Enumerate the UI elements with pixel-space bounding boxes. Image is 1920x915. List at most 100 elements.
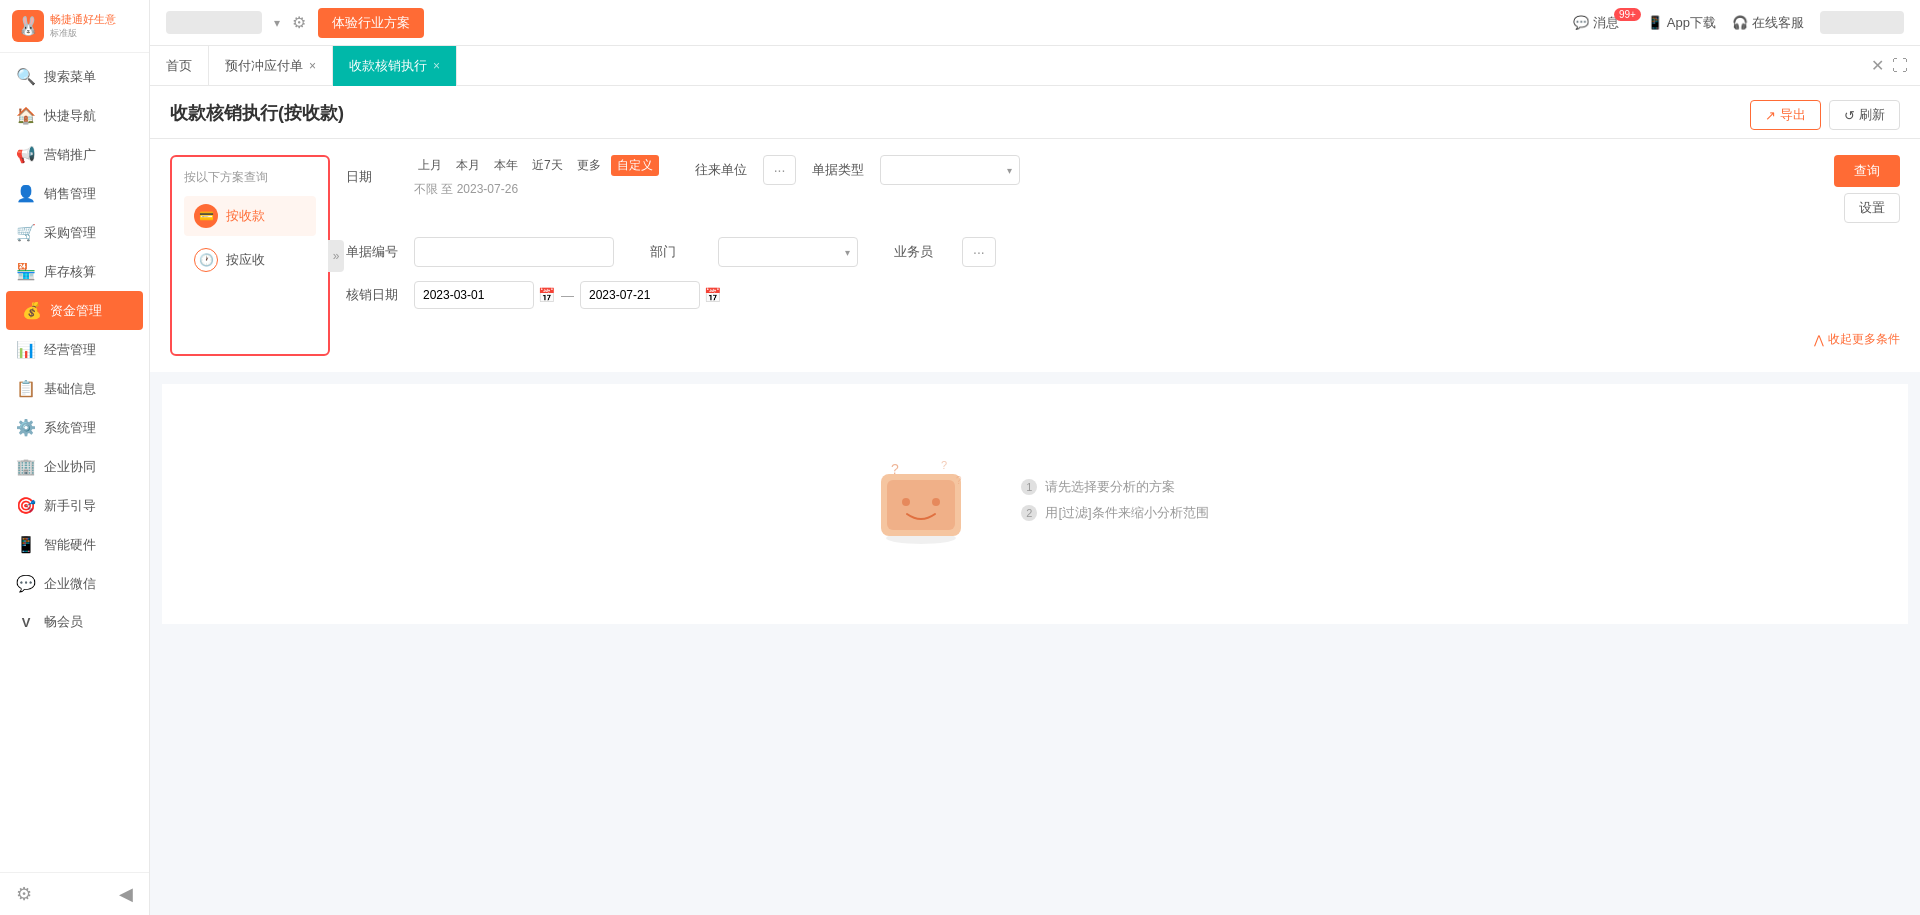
tab-prepay[interactable]: 预付冲应付单 ×	[209, 46, 333, 86]
sidebar-item-search[interactable]: 🔍 搜索菜单	[0, 57, 149, 96]
setting-btn[interactable]: 设置	[1844, 193, 1900, 223]
contact-label: 往来单位	[695, 161, 755, 179]
date-no-limit-text: 不限 至 2023-07-26	[414, 181, 659, 198]
system-icon: ⚙️	[16, 418, 36, 437]
verify-date-field: 核销日期 📅 — 📅	[346, 281, 721, 309]
sidebar-item-inventory[interactable]: 🏪 库存核算	[0, 252, 149, 291]
export-btn[interactable]: ↗ 导出	[1750, 100, 1821, 130]
date-this-month-btn[interactable]: 本月	[452, 155, 484, 176]
finance-icon: 💰	[22, 301, 42, 320]
sidebar-bottom: ⚙ ◀	[0, 872, 149, 915]
wechat-icon: 💬	[16, 574, 36, 593]
topbar-gear-icon[interactable]: ⚙	[292, 13, 306, 32]
sidebar-label-inventory: 库存核算	[44, 263, 96, 281]
filter-form: 日期 上月 本月 本年 近7天 更多 自定义 不限 至 2023-07-26	[346, 155, 1900, 356]
doc-num-input[interactable]	[414, 237, 614, 267]
app-logo-icon: 🐰	[12, 10, 44, 42]
sidebar-label-basic: 基础信息	[44, 380, 96, 398]
sidebar-label-member: 畅会员	[44, 613, 83, 631]
hint-text-1: 请先选择要分析的方案	[1045, 478, 1175, 496]
sidebar-menu: 🔍 搜索菜单 🏠 快捷导航 📢 营销推广 👤 销售管理 🛒 采购管理 🏪 库存核…	[0, 53, 149, 872]
topbar-app-download-btn[interactable]: 📱 App下载	[1647, 14, 1716, 32]
sidebar-item-basic[interactable]: 📋 基础信息	[0, 369, 149, 408]
verify-start-input[interactable]	[414, 281, 534, 309]
refresh-btn[interactable]: ↺ 刷新	[1829, 100, 1900, 130]
filter-by-receivable-label: 按应收	[226, 251, 265, 269]
tab-fullscreen-btn[interactable]: ⛶	[1892, 57, 1908, 75]
collapse-sidebar-btn[interactable]: ◀	[119, 883, 133, 905]
date-last-month-btn[interactable]: 上月	[414, 155, 446, 176]
tab-receipt-verify[interactable]: 收款核销执行 ×	[333, 46, 457, 86]
svg-point-3	[902, 498, 910, 506]
collapse-more-icon: ⋀	[1814, 333, 1824, 347]
sidebar-label-system: 系统管理	[44, 419, 96, 437]
filter-panel: 按以下方案查询 💳 按收款 🕐 按应收 »	[170, 155, 330, 356]
doc-num-label: 单据编号	[346, 243, 406, 261]
topbar-service-btn[interactable]: 🎧 在线客服	[1732, 14, 1804, 32]
sidebar-item-system[interactable]: ⚙️ 系统管理	[0, 408, 149, 447]
filter-row-2: 单据编号 部门 ▾ 业务员 ···	[346, 237, 1900, 267]
sidebar-label-marketing: 营销推广	[44, 146, 96, 164]
sidebar-item-guide[interactable]: 🎯 新手引导	[0, 486, 149, 525]
sidebar-item-wechat[interactable]: 💬 企业微信	[0, 564, 149, 603]
date-custom-btn[interactable]: 自定义	[611, 155, 659, 176]
doc-type-label: 单据类型	[812, 161, 872, 179]
filter-row-3: 核销日期 📅 — 📅	[346, 281, 1900, 309]
svg-text:?: ?	[956, 475, 962, 486]
topbar-username	[1820, 11, 1904, 34]
verify-end-cal-icon[interactable]: 📅	[704, 287, 721, 303]
solution-btn[interactable]: 体验行业方案	[318, 8, 424, 38]
svg-text:?: ?	[941, 459, 947, 471]
date-more-btn[interactable]: 更多	[573, 155, 605, 176]
empty-illustration: ? ? ?	[861, 444, 981, 544]
filter-option-by-receipt[interactable]: 💳 按收款	[184, 196, 316, 236]
date-shortcuts: 上月 本月 本年 近7天 更多 自定义	[414, 155, 659, 176]
date-range-separator: —	[561, 288, 574, 303]
dept-select[interactable]	[718, 237, 858, 267]
topbar-message-btn[interactable]: 💬 消息 99+	[1573, 14, 1631, 32]
verify-end-input[interactable]	[580, 281, 700, 309]
sidebar-item-member[interactable]: V 畅会员	[0, 603, 149, 641]
sidebar-item-sales[interactable]: 👤 销售管理	[0, 174, 149, 213]
date-this-year-btn[interactable]: 本年	[490, 155, 522, 176]
tab-prepay-label: 预付冲应付单	[225, 57, 303, 75]
verify-start-wrap: 📅	[414, 281, 555, 309]
app-name: 畅捷通好生意	[50, 12, 116, 26]
sidebar-item-marketing[interactable]: 📢 营销推广	[0, 135, 149, 174]
search-icon: 🔍	[16, 67, 36, 86]
staff-field: 业务员 ···	[894, 237, 996, 267]
sidebar-item-purchase[interactable]: 🛒 采购管理	[0, 213, 149, 252]
contact-picker-btn[interactable]: ···	[763, 155, 797, 185]
sales-icon: 👤	[16, 184, 36, 203]
tab-close-all-btn[interactable]: ✕	[1871, 56, 1884, 75]
tab-actions: ✕ ⛶	[1859, 56, 1920, 75]
doc-type-select[interactable]	[880, 155, 1020, 185]
collapse-more-btn[interactable]: ⋀ 收起更多条件	[1814, 323, 1900, 356]
staff-picker-btn[interactable]: ···	[962, 237, 996, 267]
sidebar-item-enterprise[interactable]: 🏢 企业协同	[0, 447, 149, 486]
sidebar-label-enterprise: 企业协同	[44, 458, 96, 476]
app-edition: 标准版	[50, 27, 116, 40]
filter-panel-collapse-btn[interactable]: »	[328, 240, 344, 272]
filter-option-by-receivable[interactable]: 🕐 按应收	[184, 240, 316, 280]
sidebar-item-quicknav[interactable]: 🏠 快捷导航	[0, 96, 149, 135]
tab-prepay-close-btn[interactable]: ×	[309, 59, 316, 73]
sidebar: 🐰 畅捷通好生意 标准版 🔍 搜索菜单 🏠 快捷导航 📢 营销推广 👤 销售管理…	[0, 0, 150, 915]
sidebar-item-finance[interactable]: 💰 资金管理	[6, 291, 143, 330]
verify-end-wrap: 📅	[580, 281, 721, 309]
tab-receipt-verify-close-btn[interactable]: ×	[433, 59, 440, 73]
tab-home[interactable]: 首页	[150, 46, 209, 86]
topbar-brand	[166, 11, 262, 34]
dept-select-wrap: ▾	[718, 237, 858, 267]
sidebar-label-hardware: 智能硬件	[44, 536, 96, 554]
home-icon: 🏠	[16, 106, 36, 125]
settings-bottom-icon[interactable]: ⚙	[16, 883, 32, 905]
sidebar-logo: 🐰 畅捷通好生意 标准版	[0, 0, 149, 53]
dept-label: 部门	[650, 243, 710, 261]
verify-start-cal-icon[interactable]: 📅	[538, 287, 555, 303]
sidebar-item-hardware[interactable]: 📱 智能硬件	[0, 525, 149, 564]
date-7days-btn[interactable]: 近7天	[528, 155, 567, 176]
query-btn[interactable]: 查询	[1834, 155, 1900, 187]
sidebar-item-operations[interactable]: 📊 经营管理	[0, 330, 149, 369]
tabbar: 首页 预付冲应付单 × 收款核销执行 × ✕ ⛶	[150, 46, 1920, 86]
